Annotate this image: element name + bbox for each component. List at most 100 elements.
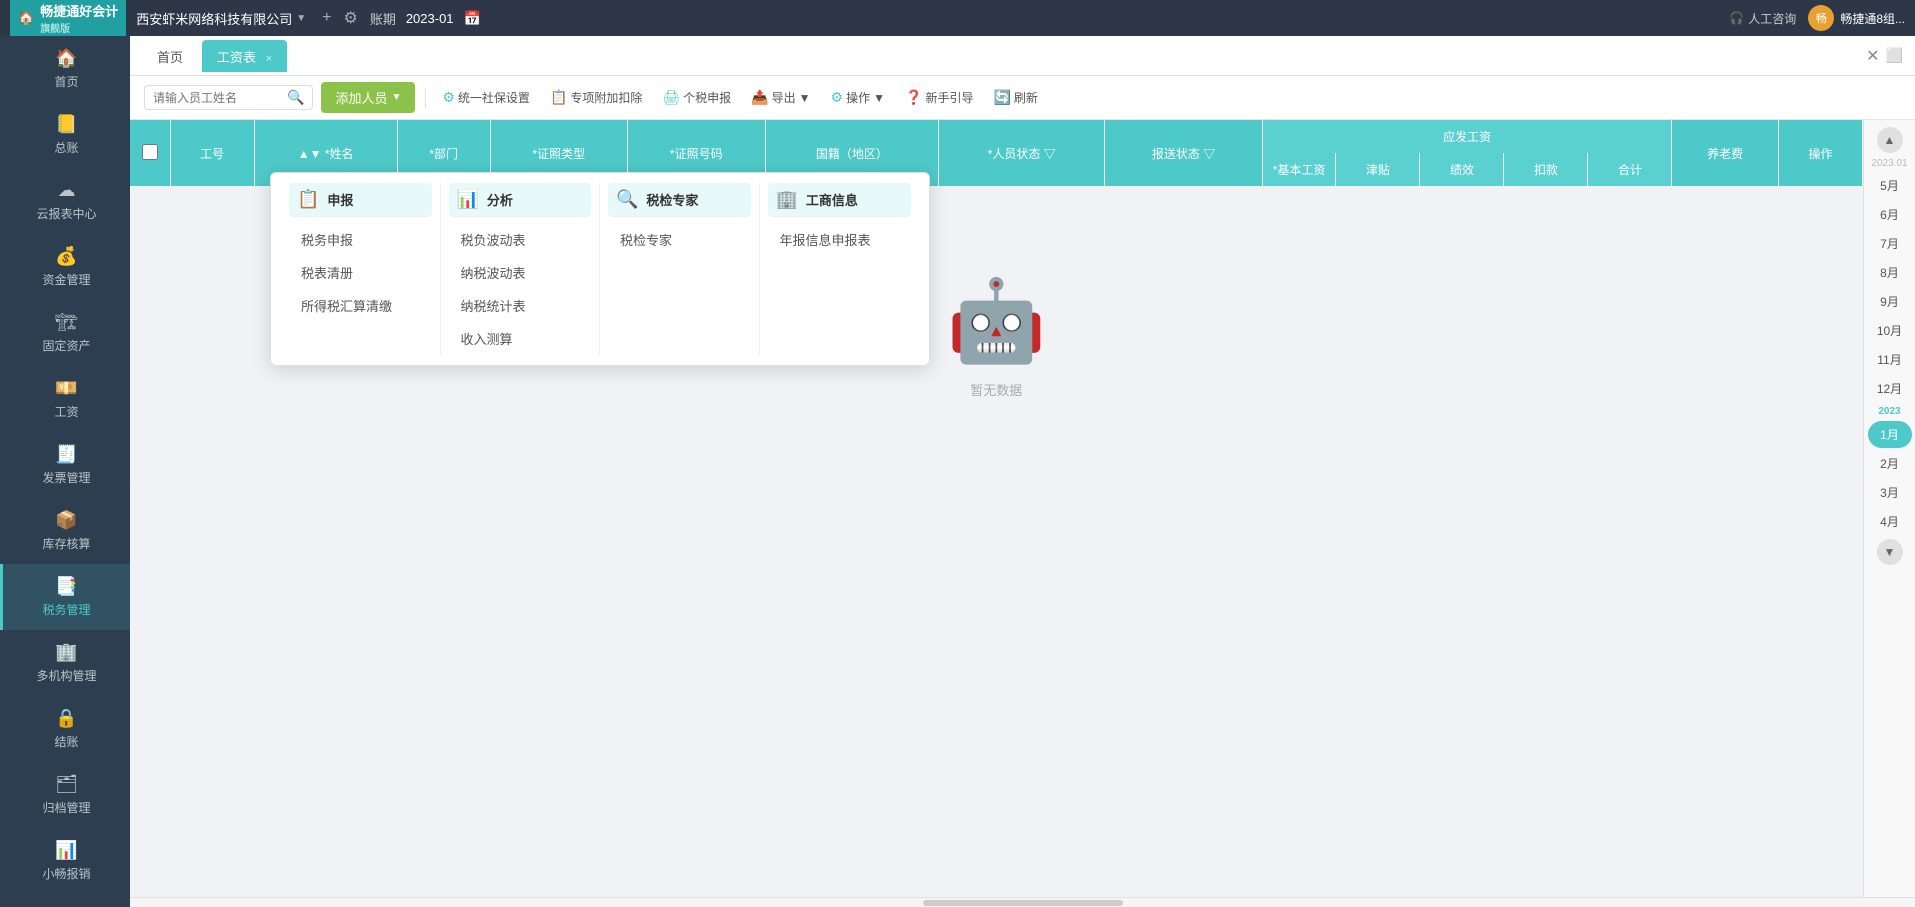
business-header: 🏢 工商信息 [768, 183, 912, 217]
sidebar-label-inventory: 库存核算 [42, 535, 90, 552]
export-btn[interactable]: 📤 导出 ▼ [745, 85, 816, 110]
timeline-month-5[interactable]: 5月 [1868, 172, 1912, 199]
col-status[interactable]: *人员状态 ▽ [939, 120, 1105, 186]
tax-report-icon: 🖨 [662, 89, 680, 106]
avatar-text: 畅 [1816, 10, 1827, 26]
home-icon: 🏠 [55, 48, 77, 69]
sidebar-item-basic-settings[interactable]: ⚙ 基础设置 [0, 894, 130, 907]
app-subtitle: 旗舰版 [40, 20, 118, 35]
top-bar-right: 🎧 人工咨询 畅 畅捷通8组... [1729, 5, 1905, 31]
sidebar-item-fund[interactable]: 💰 资金管理 [0, 234, 130, 300]
archive-icon: 🗂 [55, 774, 78, 795]
scrollbar-thumb[interactable] [923, 900, 1123, 906]
add-company-btn[interactable]: + [320, 7, 333, 29]
timeline-up-btn[interactable]: ▲ [1877, 127, 1903, 153]
declaration-header: 📋 申报 [289, 183, 432, 217]
add-person-label: 添加人员 [335, 88, 387, 107]
sidebar-item-fixed-asset[interactable]: 🏗 固定资产 [0, 300, 130, 366]
social-label: 统一社保设置 [458, 89, 530, 106]
tax-report-label: 个税申报 [683, 89, 731, 106]
asset-icon: 🏗 [55, 312, 78, 333]
timeline-month-3[interactable]: 3月 [1868, 479, 1912, 506]
guide-btn[interactable]: ❓ 新手引导 [899, 85, 979, 110]
select-all-checkbox[interactable] [142, 144, 158, 160]
timeline-month-10[interactable]: 10月 [1868, 317, 1912, 344]
menu-item-tax-expert[interactable]: 税检专家 [608, 223, 751, 256]
horizontal-scrollbar[interactable] [130, 897, 1915, 907]
tax-expert-icon: 🔍 [616, 189, 638, 210]
timeline-month-12[interactable]: 12月 [1868, 375, 1912, 402]
user-info[interactable]: 畅 畅捷通8组... [1808, 5, 1905, 31]
refresh-icon: 🔄 [993, 89, 1010, 106]
sidebar-item-report[interactable]: 📊 小畅报销 [0, 828, 130, 894]
col-allowance: 津贴 [1336, 153, 1420, 186]
col-report-status[interactable]: 报送状态 ▽ [1105, 120, 1262, 186]
empty-illustration: 🤖 [946, 274, 1046, 368]
tax-dropdown-menu: 📋 申报 税务申报 税表清册 所得税汇算清缴 📊 分析 税负波动表 纳税波动表 … [270, 172, 930, 366]
user-avatar: 畅 [1808, 5, 1834, 31]
company-selector[interactable]: 西安虾米网络科技有限公司 ▼ [136, 9, 306, 28]
sidebar-label-cloud: 云报表中心 [36, 205, 96, 222]
timeline-month-4[interactable]: 4月 [1868, 508, 1912, 535]
menu-item-tax-table-clear[interactable]: 税表清册 [289, 256, 432, 289]
sidebar-item-invoice[interactable]: 🧾 发票管理 [0, 432, 130, 498]
social-insurance-btn[interactable]: ⚙ 统一社保设置 [436, 85, 536, 110]
menu-item-tax-payment[interactable]: 纳税波动表 [449, 256, 592, 289]
multi-org-icon: 🏢 [55, 642, 77, 663]
menu-item-income-calc[interactable]: 收入测算 [449, 322, 592, 355]
timeline-month-6[interactable]: 6月 [1868, 201, 1912, 228]
dropdown-col-declaration: 📋 申报 税务申报 税表清册 所得税汇算清缴 [281, 183, 441, 355]
sidebar-item-salary[interactable]: 💴 工资 [0, 366, 130, 432]
tax-report-btn[interactable]: 🖨 个税申报 [656, 85, 737, 110]
tax-expert-title: 税检专家 [646, 190, 698, 209]
window-close-btn[interactable]: ✕ [1866, 46, 1879, 66]
sidebar-item-ledger[interactable]: 📒 总账 [0, 102, 130, 168]
sidebar-item-home[interactable]: 🏠 首页 [0, 36, 130, 102]
period-calendar-icon[interactable]: 📅 [464, 10, 481, 27]
sidebar-item-tax[interactable]: 📑 税务管理 [0, 564, 130, 630]
timeline-month-7[interactable]: 7月 [1868, 230, 1912, 257]
deduct-icon: 📋 [550, 89, 567, 106]
sidebar-item-close[interactable]: 🔒 结账 [0, 696, 130, 762]
service-btn[interactable]: 🎧 人工咨询 [1729, 10, 1796, 27]
col-pension: 养老费 [1672, 120, 1778, 186]
timeline-down-btn[interactable]: ▼ [1877, 539, 1903, 565]
search-input[interactable] [153, 91, 283, 105]
dropdown-col-analysis: 📊 分析 税负波动表 纳税波动表 纳税统计表 收入测算 [441, 183, 601, 355]
period-label: 账期 [370, 9, 396, 28]
menu-item-tax-burden[interactable]: 税负波动表 [449, 223, 592, 256]
tab-salary[interactable]: 工资表 × [202, 40, 287, 72]
refresh-label: 刷新 [1014, 89, 1038, 106]
sidebar-item-archive[interactable]: 🗂 归档管理 [0, 762, 130, 828]
sidebar-label-invoice: 发票管理 [42, 469, 90, 486]
add-person-btn[interactable]: 添加人员 ▼ [321, 82, 415, 113]
operate-icon: ⚙ [831, 89, 844, 106]
tab-home[interactable]: 首页 [142, 40, 198, 72]
window-restore-btn[interactable]: ⬜ [1886, 47, 1903, 64]
timeline-month-2[interactable]: 2月 [1868, 450, 1912, 477]
col-employee-id: 工号 [170, 120, 254, 186]
timeline-month-1[interactable]: 1月 [1868, 421, 1912, 448]
sidebar-item-multi-org[interactable]: 🏢 多机构管理 [0, 630, 130, 696]
col-check[interactable] [130, 120, 170, 186]
analysis-icon: 📊 [457, 189, 479, 210]
menu-item-income-tax[interactable]: 所得税汇算清缴 [289, 289, 432, 322]
sidebar-item-inventory[interactable]: 📦 库存核算 [0, 498, 130, 564]
operate-btn[interactable]: ⚙ 操作 ▼ [825, 85, 891, 110]
timeline-month-11[interactable]: 11月 [1868, 346, 1912, 373]
col-performance: 绩效 [1420, 153, 1504, 186]
sidebar-item-cloud-report[interactable]: ☁ 云报表中心 [0, 168, 130, 234]
search-icon: 🔍 [287, 89, 304, 106]
dropdown-col-business: 🏢 工商信息 年报信息申报表 [760, 183, 920, 355]
menu-item-annual-report[interactable]: 年报信息申报表 [768, 223, 912, 256]
tab-close-icon[interactable]: × [266, 53, 272, 65]
timeline-month-9[interactable]: 9月 [1868, 288, 1912, 315]
timeline-month-8[interactable]: 8月 [1868, 259, 1912, 286]
refresh-btn[interactable]: 🔄 刷新 [987, 85, 1043, 110]
special-deduct-btn[interactable]: 📋 专项附加扣除 [544, 85, 648, 110]
menu-item-tax-stats[interactable]: 纳税统计表 [449, 289, 592, 322]
toolbar: 🔍 添加人员 ▼ ⚙ 统一社保设置 📋 专项附加扣除 🖨 个税申报 📤 导出 [130, 76, 1915, 120]
menu-item-tax-declaration[interactable]: 税务申报 [289, 223, 432, 256]
search-box[interactable]: 🔍 [144, 85, 313, 110]
settings-btn[interactable]: ⚙ [341, 6, 359, 30]
